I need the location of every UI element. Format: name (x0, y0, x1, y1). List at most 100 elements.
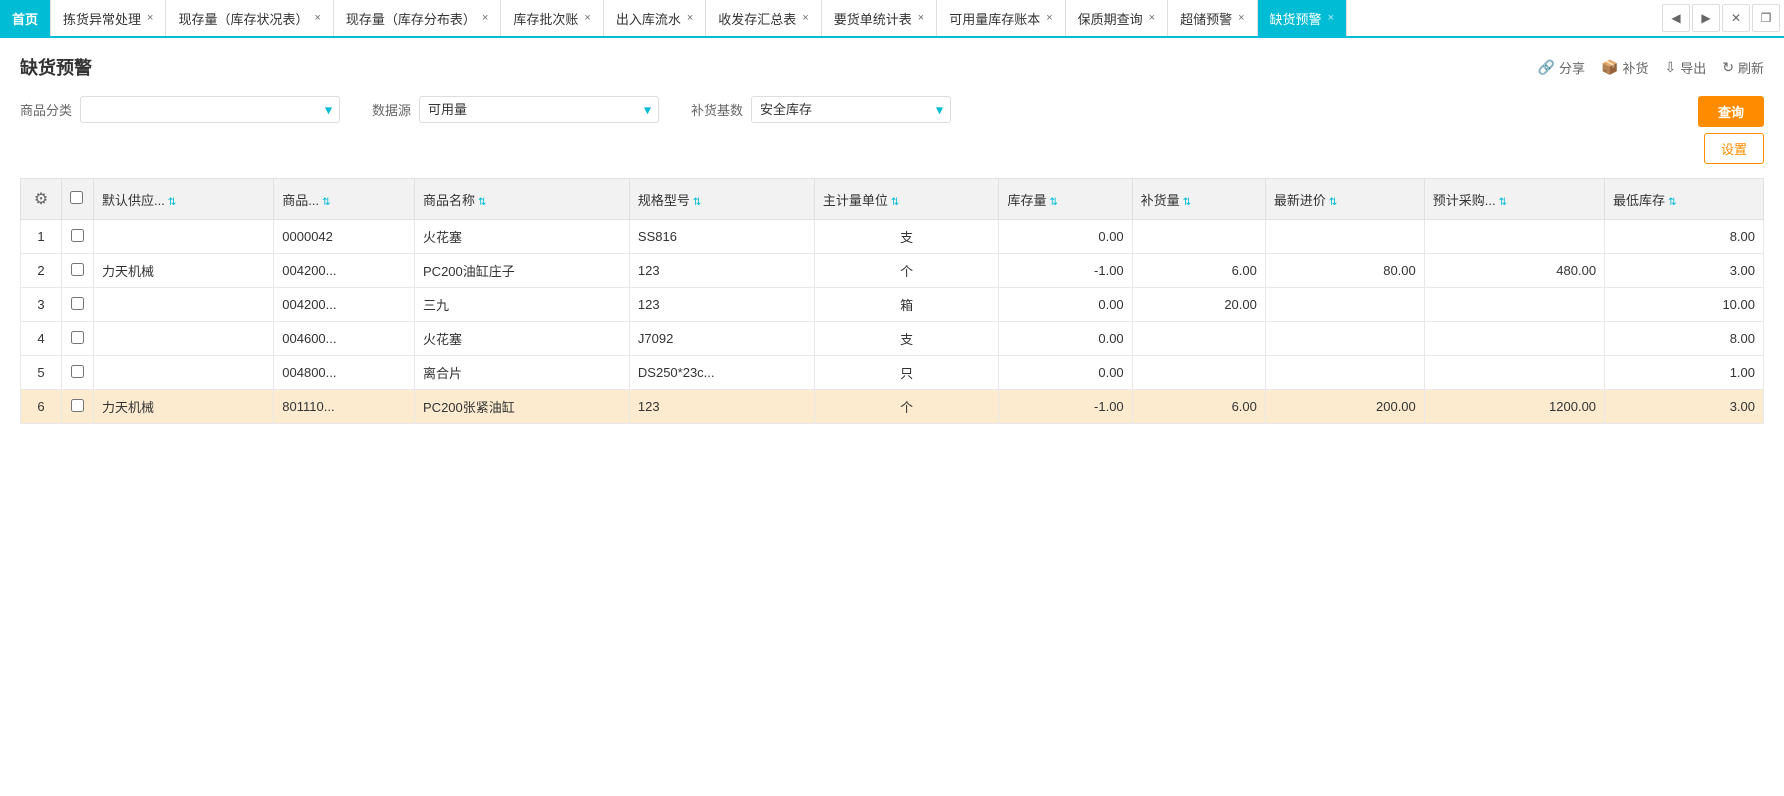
nav-tab-close-11[interactable]: × (1328, 12, 1334, 24)
nav-tab-label-0: 首页 (12, 9, 38, 28)
th-spec[interactable]: 规格型号⇅ (629, 179, 814, 220)
category-select[interactable] (80, 96, 340, 123)
row-checkbox-3[interactable] (71, 331, 84, 344)
cell-code: 004800... (274, 356, 415, 390)
category-label: 商品分类 (20, 100, 72, 119)
page-title: 缺货预警 (20, 54, 92, 80)
cell-estimated-purchase: 480.00 (1424, 254, 1604, 288)
table-row: 2力天机械004200...PC200油缸庄子123个-1.006.0080.0… (21, 254, 1764, 288)
cell-checkbox[interactable] (62, 322, 94, 356)
cell-supplier (94, 322, 274, 356)
gear-icon[interactable]: ⚙ (29, 187, 53, 211)
nav-tab-1[interactable]: 拣货异常处理 × (51, 0, 166, 36)
cell-min-stock: 8.00 (1605, 220, 1764, 254)
row-checkbox-0[interactable] (71, 229, 84, 242)
refresh-action[interactable]: ↻ 刷新 (1722, 58, 1764, 77)
cell-name: PC200油缸庄子 (415, 254, 630, 288)
cell-supplier: 力天机械 (94, 254, 274, 288)
th-product-name[interactable]: 商品名称⇅ (415, 179, 630, 220)
sort-icon-min-stock: ⇅ (1668, 197, 1676, 208)
nav-tab-close-3[interactable]: × (482, 12, 488, 24)
cell-checkbox[interactable] (62, 356, 94, 390)
action-buttons: 查询 设置 (1698, 96, 1764, 164)
th-unit[interactable]: 主计量单位⇅ (814, 179, 999, 220)
nav-tab-close-10[interactable]: × (1238, 12, 1244, 24)
th-gear[interactable]: ⚙ (21, 179, 62, 220)
row-checkbox-1[interactable] (71, 263, 84, 276)
th-stock[interactable]: 库存量⇅ (999, 179, 1132, 220)
th-default-supplier[interactable]: 默认供应...⇅ (94, 179, 274, 220)
nav-tab-close-5[interactable]: × (687, 12, 693, 24)
share-action[interactable]: 🔗 分享 (1538, 58, 1585, 77)
nav-tab-close-8[interactable]: × (1046, 12, 1052, 24)
row-checkbox-4[interactable] (71, 365, 84, 378)
row-checkbox-5[interactable] (71, 399, 84, 412)
nav-tab-10[interactable]: 超储预警× (1168, 0, 1257, 36)
restock-filter-group: 补货基数 安全库存 (691, 96, 951, 123)
nav-expand-button[interactable]: ❒ (1752, 4, 1780, 32)
nav-tab-close-4[interactable]: × (584, 12, 590, 24)
nav-tab-label-4: 库存批次账 (513, 9, 578, 28)
sort-icon-name: ⇅ (478, 197, 486, 208)
sort-icon-code: ⇅ (322, 197, 330, 208)
cell-supplier (94, 356, 274, 390)
nav-next-button[interactable]: ▶ (1692, 4, 1720, 32)
row-checkbox-2[interactable] (71, 297, 84, 310)
cell-unit: 支 (814, 322, 999, 356)
restock-label: 补货基数 (691, 100, 743, 119)
sort-icon-spec: ⇅ (693, 197, 701, 208)
cell-estimated-purchase (1424, 322, 1604, 356)
th-estimated-purchase[interactable]: 预计采购...⇅ (1424, 179, 1604, 220)
cell-checkbox[interactable] (62, 254, 94, 288)
page-header: 缺货预警 🔗 分享 📦 补货 ⇩ 导出 ↻ 刷新 (20, 54, 1764, 80)
cell-latest-price: 200.00 (1265, 390, 1424, 424)
nav-tab-5[interactable]: 出入库流水× (604, 0, 706, 36)
nav-tab-label-3: 现存量（库存分布表） (346, 9, 476, 28)
cell-code: 004200... (274, 254, 415, 288)
settings-button[interactable]: 设置 (1704, 133, 1764, 164)
nav-tab-4[interactable]: 库存批次账 × (501, 0, 603, 36)
nav-tab-2[interactable]: 现存量（库存状况表） × (166, 0, 333, 36)
th-product-code[interactable]: 商品...⇅ (274, 179, 415, 220)
nav-close-button[interactable]: ✕ (1722, 4, 1750, 32)
cell-stock: 0.00 (999, 322, 1132, 356)
datasource-select-wrapper: 可用量 (419, 96, 659, 123)
cell-checkbox[interactable] (62, 220, 94, 254)
cell-stock: 0.00 (999, 356, 1132, 390)
cell-stock: -1.00 (999, 390, 1132, 424)
nav-tab-close-9[interactable]: × (1149, 12, 1155, 24)
cell-latest-price (1265, 220, 1424, 254)
cell-code: 004600... (274, 322, 415, 356)
datasource-select[interactable]: 可用量 (419, 96, 659, 123)
nav-tab-0[interactable]: 首页 (0, 0, 51, 36)
nav-tab-label-1: 拣货异常处理 (63, 9, 141, 28)
nav-tab-close-2[interactable]: × (314, 12, 320, 24)
th-restock-qty[interactable]: 补货量⇅ (1132, 179, 1265, 220)
nav-tab-close-7[interactable]: × (918, 12, 924, 24)
th-checkbox[interactable] (62, 179, 94, 220)
nav-tab-close-1[interactable]: × (147, 12, 153, 24)
nav-tab-close-6[interactable]: × (802, 12, 808, 24)
table-row: 10000042火花塞SS816支0.008.00 (21, 220, 1764, 254)
cell-index: 6 (21, 390, 62, 424)
nav-tab-7[interactable]: 要货单统计表× (822, 0, 937, 36)
cell-checkbox[interactable] (62, 288, 94, 322)
restock-select[interactable]: 安全库存 (751, 96, 951, 123)
nav-tab-8[interactable]: 可用量库存账本× (937, 0, 1065, 36)
export-action[interactable]: ⇩ 导出 (1665, 58, 1707, 77)
nav-tab-label-2: 现存量（库存状况表） (178, 9, 308, 28)
select-all-checkbox[interactable] (70, 191, 83, 204)
supplement-action[interactable]: 📦 补货 (1601, 58, 1648, 77)
nav-tab-6[interactable]: 收发存汇总表× (706, 0, 821, 36)
th-latest-price[interactable]: 最新进价⇅ (1265, 179, 1424, 220)
refresh-label: 刷新 (1738, 58, 1764, 77)
nav-prev-button[interactable]: ◀ (1662, 4, 1690, 32)
nav-tab-3[interactable]: 现存量（库存分布表） × (334, 0, 501, 36)
top-nav: 首页拣货异常处理×现存量（库存状况表）×现存量（库存分布表）×库存批次账×出入库… (0, 0, 1784, 38)
cell-index: 5 (21, 356, 62, 390)
th-min-stock[interactable]: 最低库存⇅ (1605, 179, 1764, 220)
cell-checkbox[interactable] (62, 390, 94, 424)
query-button[interactable]: 查询 (1698, 96, 1764, 127)
nav-tab-11[interactable]: 缺货预警× (1258, 0, 1347, 36)
nav-tab-9[interactable]: 保质期查询× (1066, 0, 1168, 36)
